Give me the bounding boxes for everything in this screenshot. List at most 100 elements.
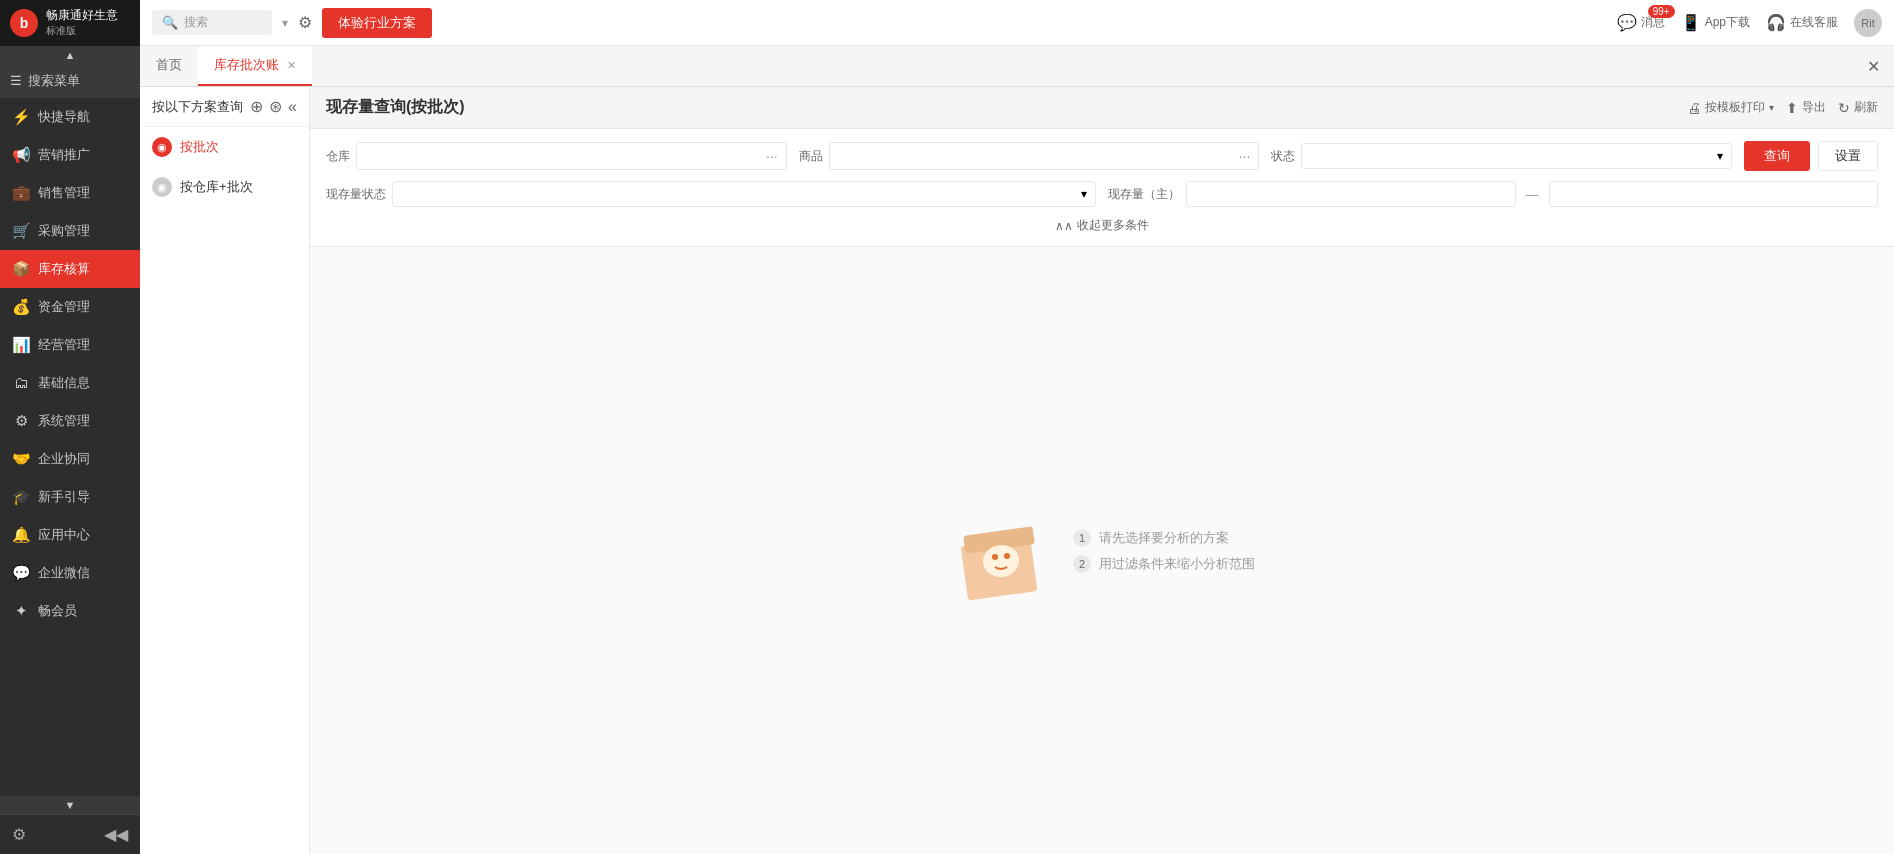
app-edition: 标准版: [46, 24, 118, 38]
sidebar: b 畅康通好生意 标准版 ▲ ☰ 搜索菜单 ⚡ 快捷导航📢 营销推广💼 销售管理…: [0, 0, 140, 854]
sidebar-item-应用中心[interactable]: 🔔 应用中心: [0, 516, 140, 554]
sidebar-item-经营管理[interactable]: 📊 经营管理: [0, 326, 140, 364]
print-chevron-icon[interactable]: ▾: [1769, 102, 1774, 113]
left-panel: 按以下方案查询 ⊕ ⊛ « ◉ 按批次 ◉ 按仓库+批次: [140, 87, 310, 854]
print-button[interactable]: 🖨 按模板打印 ▾: [1687, 99, 1774, 116]
svg-point-4: [1004, 553, 1010, 559]
sidebar-item-销售管理[interactable]: 💼 销售管理: [0, 174, 140, 212]
app-logo: b: [10, 9, 38, 37]
tip-text-2: 用过滤条件来缩小分析范围: [1099, 555, 1255, 573]
status-field: 状态 ▾: [1271, 143, 1732, 169]
topbar-gear-icon[interactable]: ⚙: [298, 13, 312, 32]
product-label: 商品: [799, 148, 823, 165]
sidebar-item-库存核算[interactable]: 📦 库存核算: [0, 250, 140, 288]
page-header-actions: 🖨 按模板打印 ▾ ⬆ 导出 ↻ 刷新: [1687, 99, 1878, 116]
left-panel-actions: ⊕ ⊛ «: [250, 97, 297, 116]
user-avatar[interactable]: Rit: [1854, 9, 1882, 37]
scheme-item-warehouse-batch[interactable]: ◉ 按仓库+批次: [140, 167, 309, 207]
scheme-item-batch[interactable]: ◉ 按批次: [140, 127, 309, 167]
status-label: 状态: [1271, 148, 1295, 165]
scheme-icon-warehouse-batch: ◉: [152, 177, 172, 197]
product-field: 商品 ···: [799, 142, 1260, 170]
tab-close-icon[interactable]: ✕: [287, 59, 296, 72]
collapse-sidebar-icon[interactable]: ◀◀: [104, 825, 128, 844]
nav-icon-7: 🗂: [12, 374, 30, 392]
qty-dash: —: [1522, 187, 1543, 202]
refresh-label: 刷新: [1854, 99, 1878, 116]
scheme-settings-icon[interactable]: ⊛: [269, 97, 282, 116]
sidebar-scroll-up[interactable]: ▲: [0, 46, 140, 64]
nav-label-12: 企业微信: [38, 564, 90, 582]
nav-label-3: 采购管理: [38, 222, 90, 240]
sidebar-item-系统管理[interactable]: ⚙ 系统管理: [0, 402, 140, 440]
add-scheme-icon[interactable]: ⊕: [250, 97, 263, 116]
inventory-qty-to-input[interactable]: [1549, 181, 1879, 207]
collapse-up-icon: ∧∧: [1055, 219, 1073, 233]
sidebar-item-采购管理[interactable]: 🛒 采购管理: [0, 212, 140, 250]
empty-svg: [949, 501, 1059, 611]
trial-button[interactable]: 体验行业方案: [322, 8, 432, 38]
svg-point-3: [992, 554, 998, 560]
status-select[interactable]: ▾: [1301, 143, 1732, 169]
sidebar-item-企业微信[interactable]: 💬 企业微信: [0, 554, 140, 592]
warehouse-input[interactable]: ···: [356, 142, 787, 170]
online-service-label: 在线客服: [1790, 14, 1838, 31]
nav-label-1: 营销推广: [38, 146, 90, 164]
sidebar-header: b 畅康通好生意 标准版: [0, 0, 140, 46]
page-area: 按以下方案查询 ⊕ ⊛ « ◉ 按批次 ◉ 按仓库+批次 现存量查询(按批次): [140, 87, 1894, 854]
dropdown-chevron-icon[interactable]: ▾: [282, 16, 288, 30]
avatar-image: Rit: [1854, 9, 1882, 37]
sidebar-item-资金管理[interactable]: 💰 资金管理: [0, 288, 140, 326]
sidebar-item-快捷导航[interactable]: ⚡ 快捷导航: [0, 98, 140, 136]
scheme-label-batch: 按批次: [180, 138, 219, 156]
nav-icon-13: ✦: [12, 602, 30, 620]
nav-icon-2: 💼: [12, 184, 30, 202]
print-label: 按模板打印: [1705, 99, 1765, 116]
tip-num-2: 2: [1073, 555, 1091, 573]
message-button[interactable]: 💬 消息 99+: [1617, 13, 1665, 32]
app-download-label: App下载: [1705, 14, 1750, 31]
message-icon: 💬: [1617, 13, 1637, 32]
main-content: 🔍 搜索 ▾ ⚙ 体验行业方案 💬 消息 99+ 📱 App下载 🎧 在线客服 …: [140, 0, 1894, 854]
empty-tip-2: 2 用过滤条件来缩小分析范围: [1073, 555, 1255, 573]
tab-home-label: 首页: [156, 56, 182, 74]
settings-icon[interactable]: ⚙: [12, 825, 26, 844]
sidebar-search[interactable]: ☰ 搜索菜单: [0, 64, 140, 98]
export-button[interactable]: ⬆ 导出: [1786, 99, 1826, 116]
settings-button[interactable]: 设置: [1818, 141, 1878, 171]
nav-label-0: 快捷导航: [38, 108, 90, 126]
inventory-status-select[interactable]: ▾: [392, 181, 1096, 207]
sidebar-item-新手引导[interactable]: 🎓 新手引导: [0, 478, 140, 516]
nav-label-5: 资金管理: [38, 298, 90, 316]
sidebar-item-营销推广[interactable]: 📢 营销推广: [0, 136, 140, 174]
sidebar-item-基础信息[interactable]: 🗂 基础信息: [0, 364, 140, 402]
collapse-conditions-button[interactable]: ∧∧ 收起更多条件: [326, 217, 1878, 234]
message-badge: 99+: [1648, 5, 1675, 18]
tip-text-1: 请先选择要分析的方案: [1099, 529, 1229, 547]
nav-label-11: 应用中心: [38, 526, 90, 544]
nav-icon-1: 📢: [12, 146, 30, 164]
sidebar-scroll-down[interactable]: ▼: [0, 796, 140, 814]
inventory-qty-from-input[interactable]: [1186, 181, 1516, 207]
tab-inventory[interactable]: 库存批次账 ✕: [198, 46, 312, 86]
online-service-button[interactable]: 🎧 在线客服: [1766, 13, 1838, 32]
topbar-search[interactable]: 🔍 搜索: [152, 10, 272, 35]
product-input[interactable]: ···: [829, 142, 1260, 170]
company-name: 畅康通好生意: [46, 8, 118, 24]
sidebar-footer: ⚙ ◀◀: [0, 814, 140, 854]
tab-home[interactable]: 首页: [140, 46, 198, 86]
sidebar-item-畅会员[interactable]: ✦ 畅会员: [0, 592, 140, 630]
filter-area: 仓库 ··· 商品 ··· 状态: [310, 129, 1894, 247]
query-button[interactable]: 查询: [1744, 141, 1810, 171]
sidebar-item-企业协同[interactable]: 🤝 企业协同: [0, 440, 140, 478]
export-label: 导出: [1802, 99, 1826, 116]
sidebar-nav: ⚡ 快捷导航📢 营销推广💼 销售管理🛒 采购管理📦 库存核算💰 资金管理📊 经营…: [0, 98, 140, 796]
warehouse-label: 仓库: [326, 148, 350, 165]
refresh-button[interactable]: ↻ 刷新: [1838, 99, 1878, 116]
tab-close-right-icon[interactable]: ✕: [1867, 57, 1880, 76]
sidebar-search-label: 搜索菜单: [28, 72, 80, 90]
empty-state: 1 请先选择要分析的方案 2 用过滤条件来缩小分析范围: [310, 247, 1894, 854]
collapse-panel-icon[interactable]: «: [288, 98, 297, 116]
app-download-button[interactable]: 📱 App下载: [1681, 13, 1750, 32]
tab-inventory-label: 库存批次账: [214, 56, 279, 74]
